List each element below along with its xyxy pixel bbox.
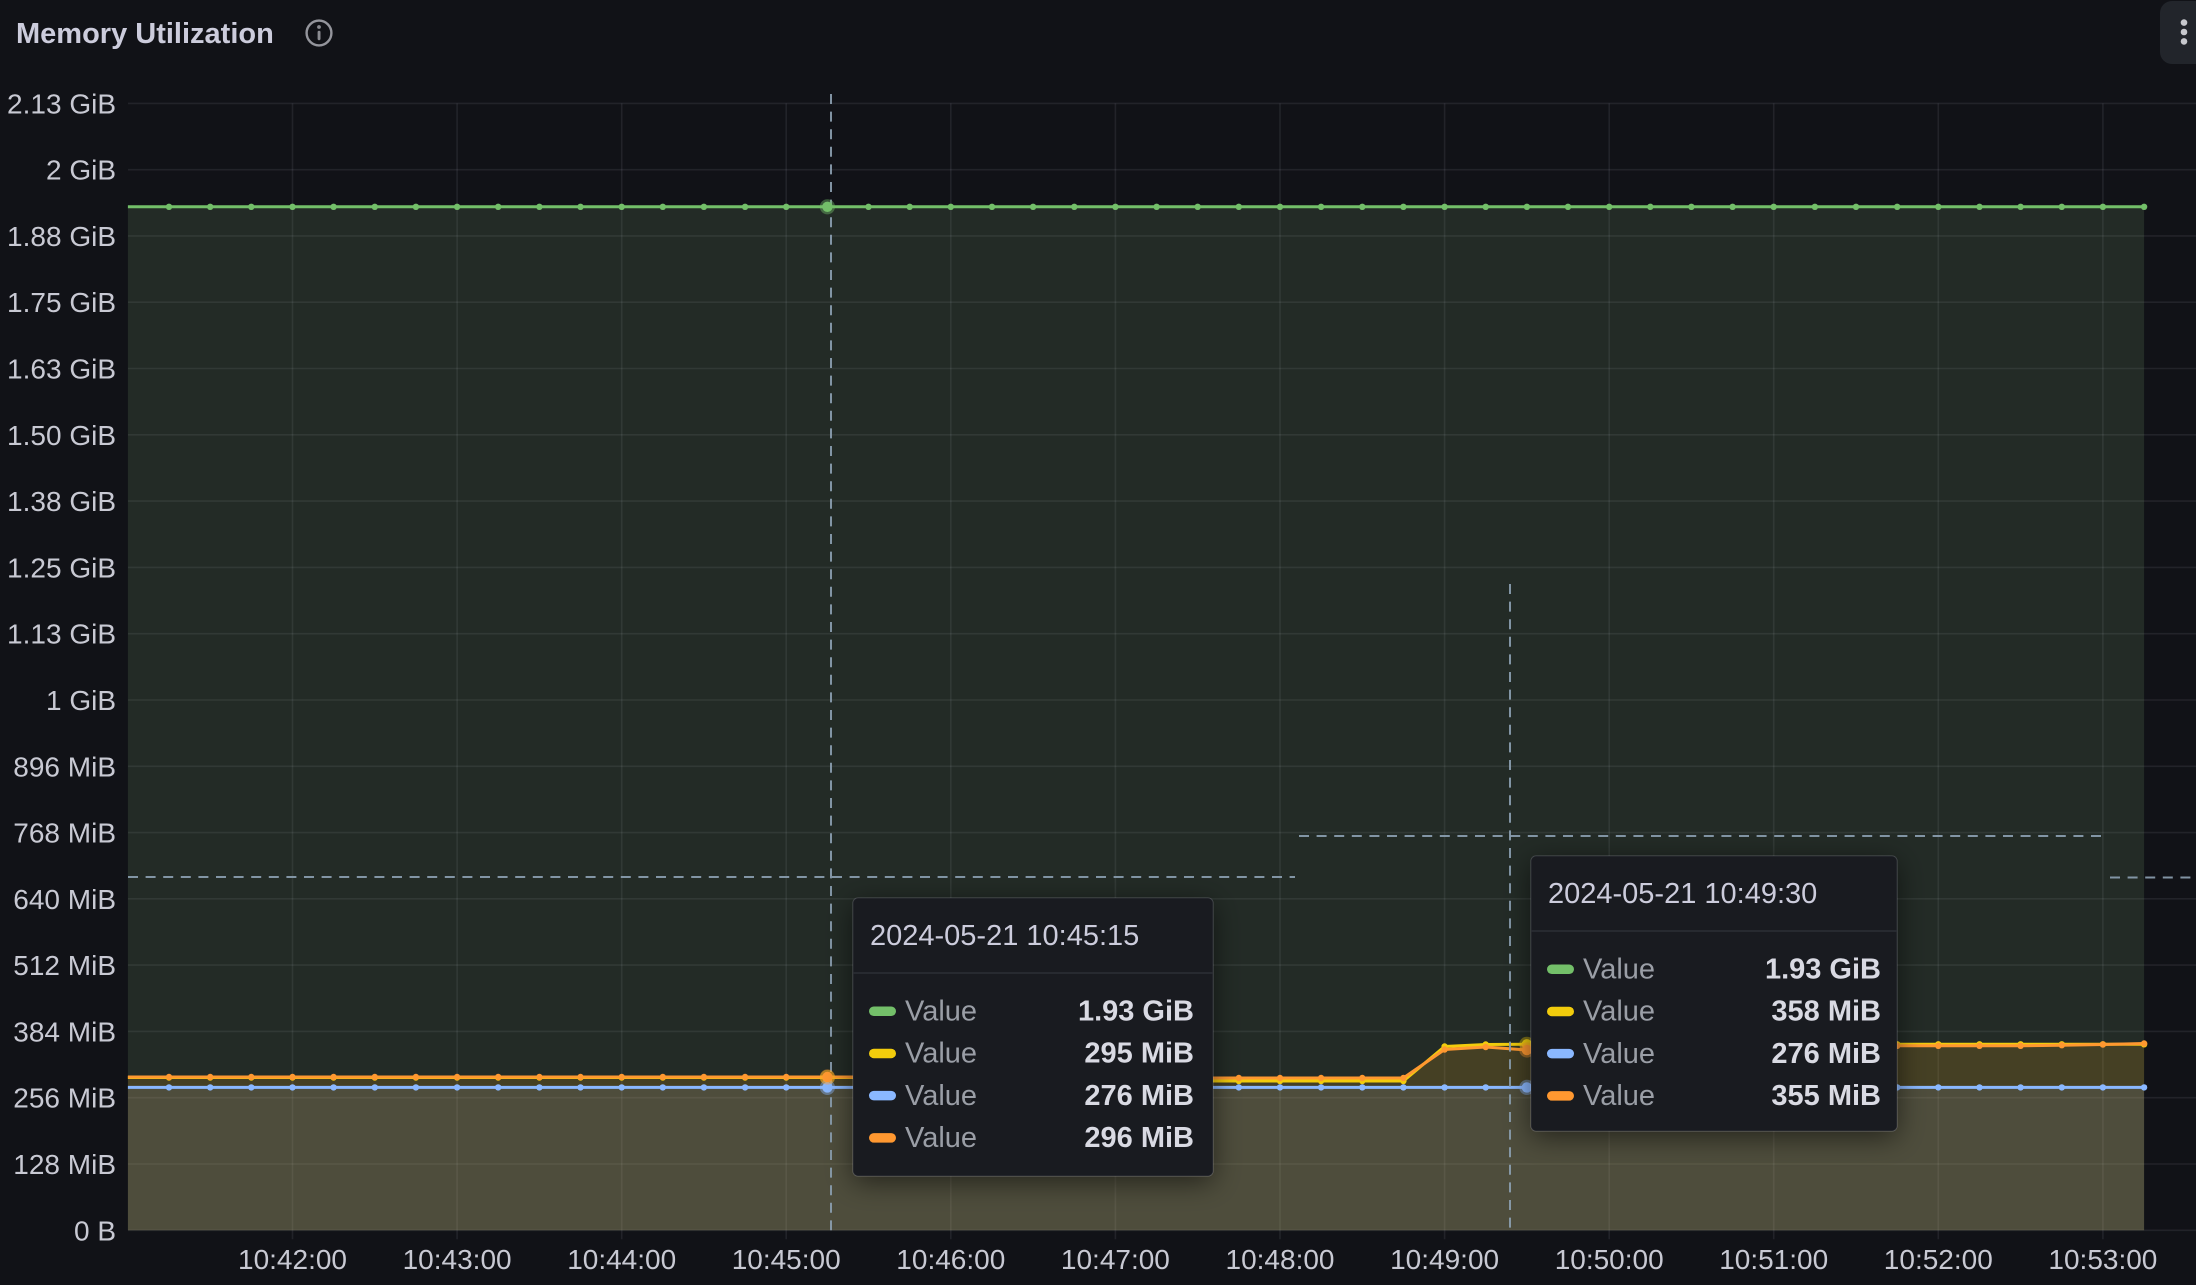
svg-text:2.13 GiB: 2.13 GiB (7, 88, 116, 119)
svg-text:358 MiB: 358 MiB (1771, 996, 1881, 1028)
svg-text:Value: Value (905, 1122, 977, 1154)
svg-text:276 MiB: 276 MiB (1084, 1080, 1194, 1112)
svg-text:10:48:00: 10:48:00 (1226, 1244, 1335, 1275)
svg-text:640 MiB: 640 MiB (13, 884, 116, 915)
svg-text:2024-05-21 10:49:30: 2024-05-21 10:49:30 (1548, 878, 1817, 910)
svg-text:1.38 GiB: 1.38 GiB (7, 486, 116, 517)
svg-text:128 MiB: 128 MiB (13, 1149, 116, 1180)
svg-text:Memory Utilization: Memory Utilization (16, 18, 274, 50)
svg-text:10:51:00: 10:51:00 (1719, 1244, 1828, 1275)
svg-text:1.93 GiB: 1.93 GiB (1765, 954, 1881, 986)
svg-text:Value: Value (905, 1080, 977, 1112)
svg-text:1.63 GiB: 1.63 GiB (7, 354, 116, 385)
svg-text:10:44:00: 10:44:00 (567, 1244, 676, 1275)
svg-text:896 MiB: 896 MiB (13, 751, 116, 782)
svg-text:10:47:00: 10:47:00 (1061, 1244, 1170, 1275)
svg-text:1.75 GiB: 1.75 GiB (7, 287, 116, 318)
svg-text:276 MiB: 276 MiB (1771, 1038, 1881, 1070)
svg-text:Value: Value (1583, 954, 1655, 986)
svg-text:Value: Value (1583, 996, 1655, 1028)
svg-text:2 GiB: 2 GiB (46, 155, 116, 186)
svg-text:Value: Value (1583, 1080, 1655, 1112)
svg-text:Value: Value (905, 1038, 977, 1070)
svg-text:10:49:00: 10:49:00 (1390, 1244, 1499, 1275)
svg-text:10:45:00: 10:45:00 (732, 1244, 841, 1275)
svg-text:256 MiB: 256 MiB (13, 1083, 116, 1114)
svg-text:0 B: 0 B (74, 1215, 116, 1246)
svg-text:355 MiB: 355 MiB (1771, 1080, 1881, 1112)
svg-text:1.13 GiB: 1.13 GiB (7, 619, 116, 650)
svg-text:10:43:00: 10:43:00 (403, 1244, 512, 1275)
svg-text:295 MiB: 295 MiB (1084, 1038, 1194, 1070)
svg-text:1.88 GiB: 1.88 GiB (7, 221, 116, 252)
svg-text:1.93 GiB: 1.93 GiB (1078, 996, 1194, 1028)
svg-text:Value: Value (905, 996, 977, 1028)
svg-text:10:50:00: 10:50:00 (1555, 1244, 1664, 1275)
svg-text:2024-05-21 10:45:15: 2024-05-21 10:45:15 (870, 920, 1139, 952)
svg-text:10:52:00: 10:52:00 (1884, 1244, 1993, 1275)
svg-text:384 MiB: 384 MiB (13, 1016, 116, 1047)
svg-text:10:53:00: 10:53:00 (2048, 1244, 2157, 1275)
svg-text:Value: Value (1583, 1038, 1655, 1070)
svg-text:296 MiB: 296 MiB (1084, 1122, 1194, 1154)
svg-text:768 MiB: 768 MiB (13, 818, 116, 849)
svg-text:10:42:00: 10:42:00 (238, 1244, 347, 1275)
svg-text:1 GiB: 1 GiB (46, 685, 116, 716)
svg-text:512 MiB: 512 MiB (13, 950, 116, 981)
svg-text:1.25 GiB: 1.25 GiB (7, 552, 116, 583)
svg-text:10:46:00: 10:46:00 (896, 1244, 1005, 1275)
svg-text:1.50 GiB: 1.50 GiB (7, 420, 116, 451)
